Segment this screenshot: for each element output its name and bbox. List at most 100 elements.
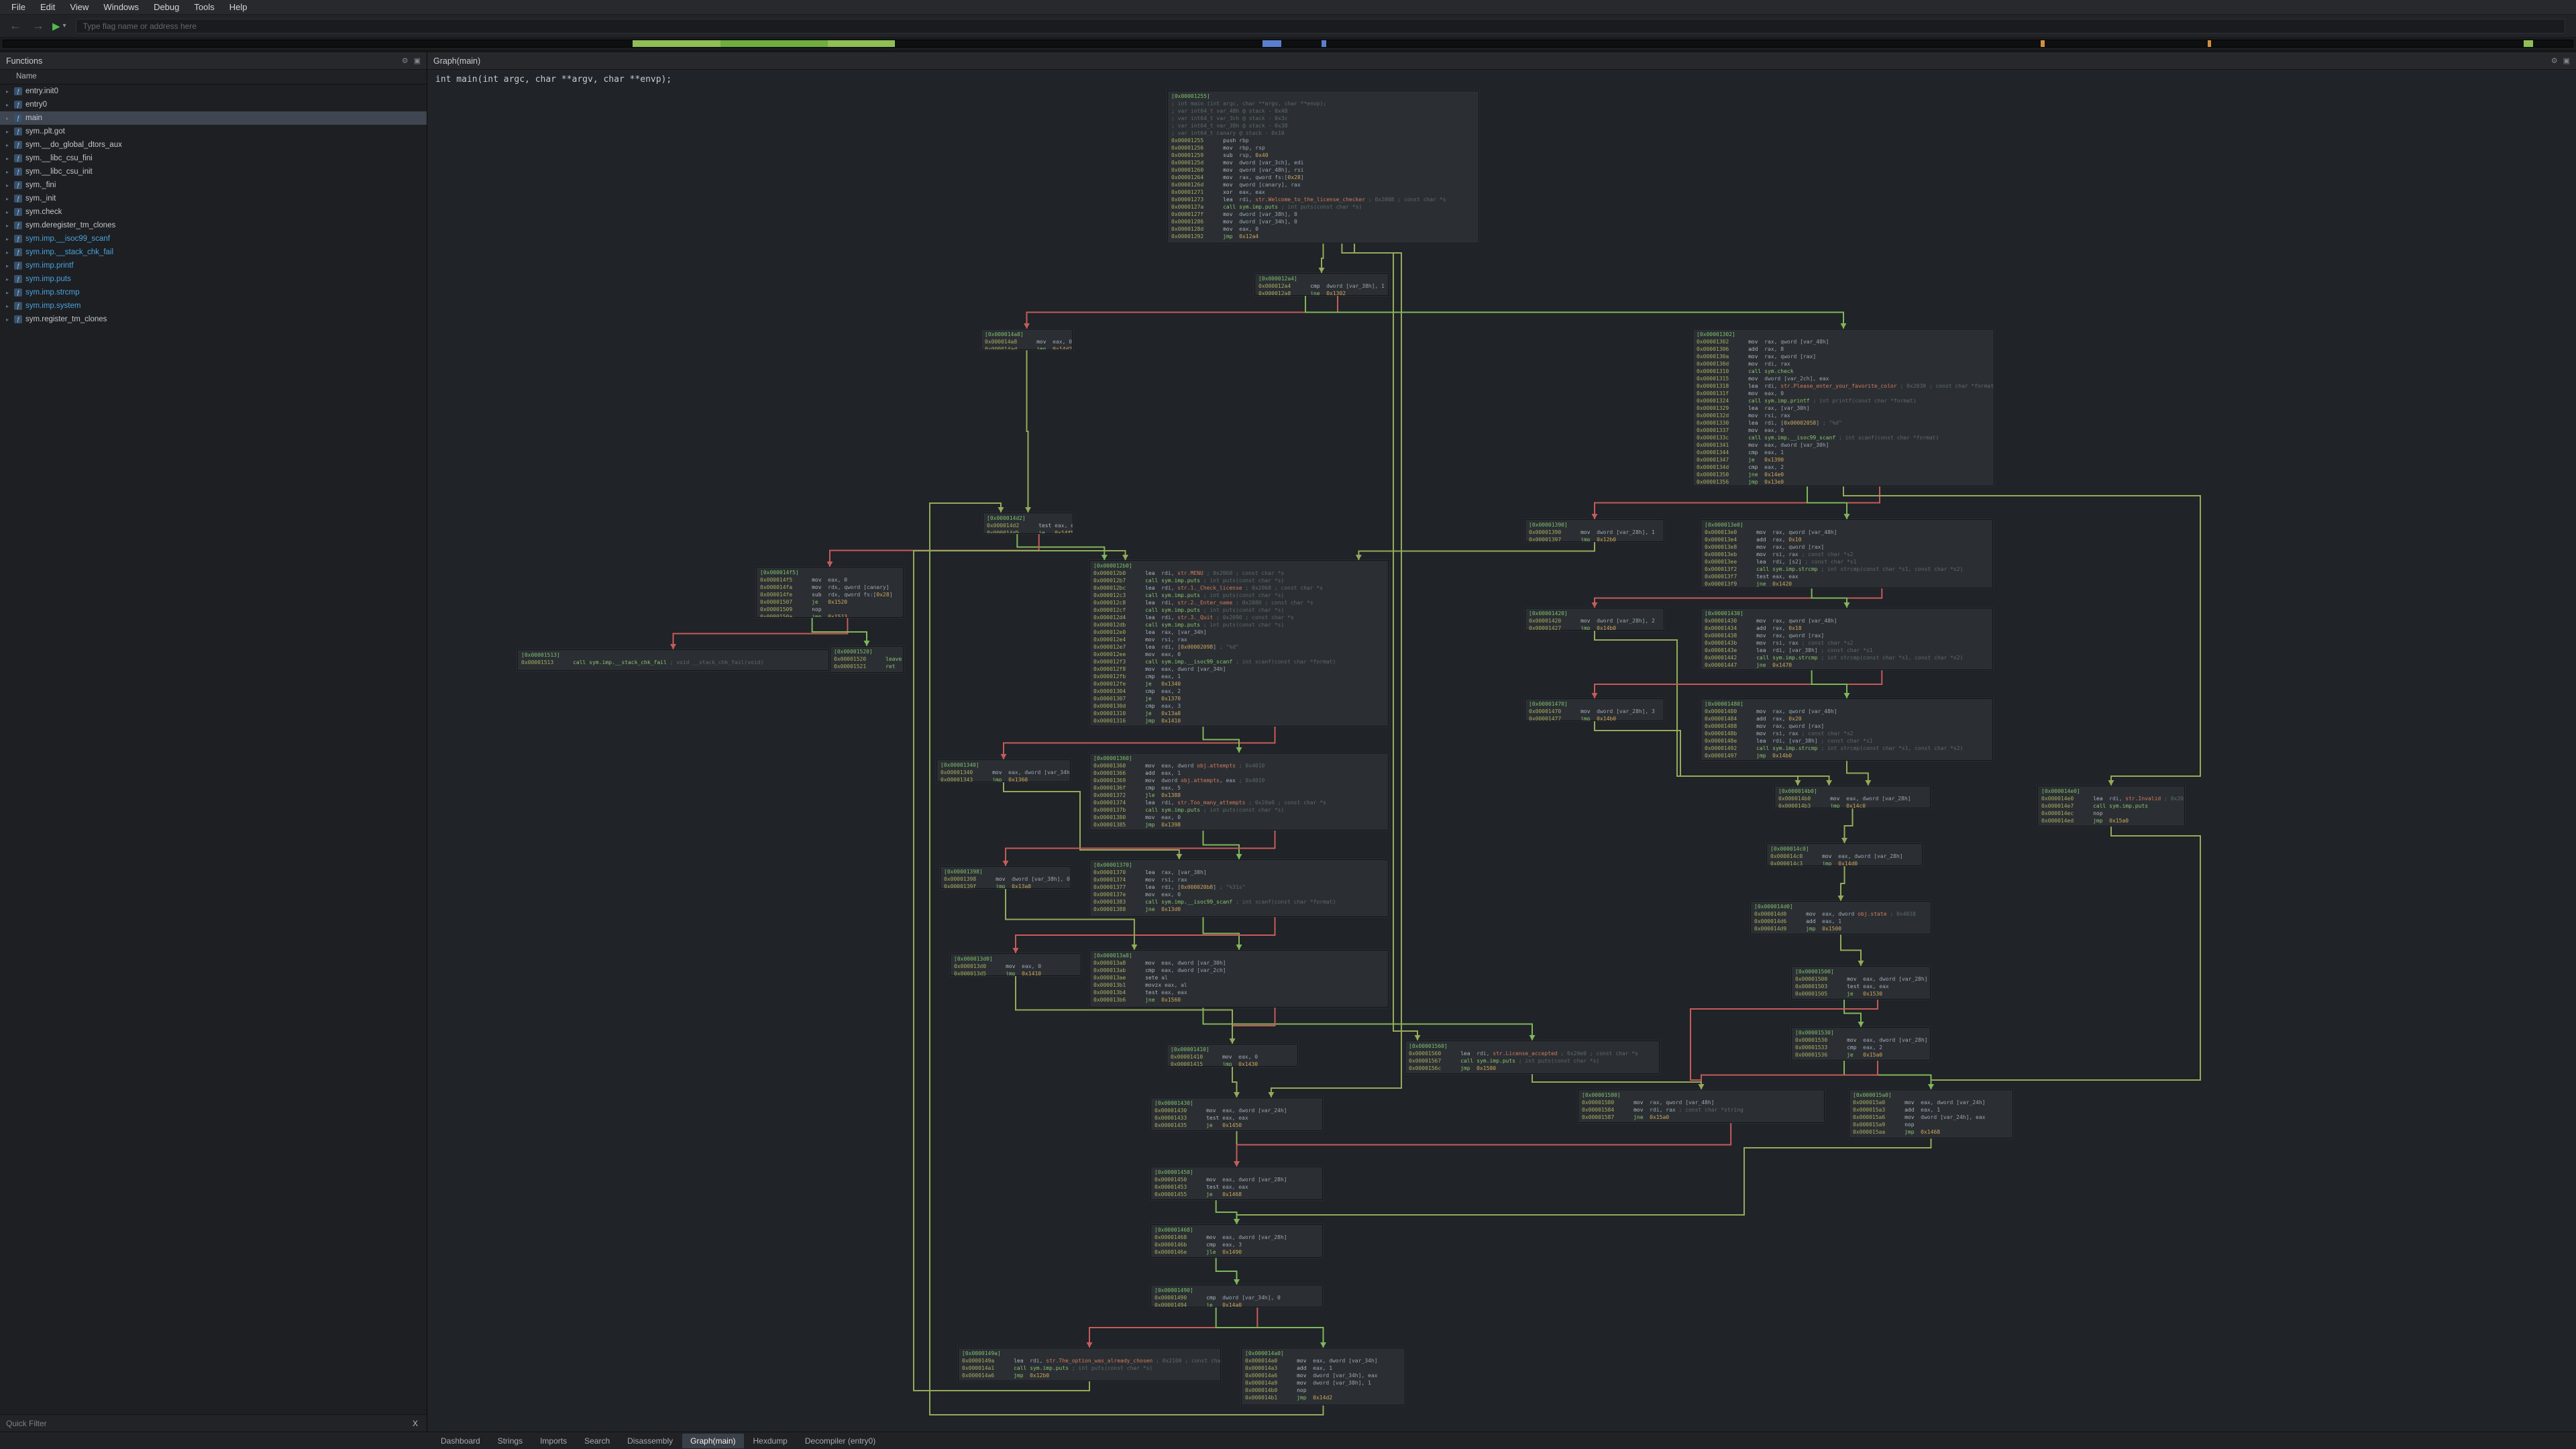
expand-arrow-icon[interactable]: ▸ (4, 89, 11, 95)
graph-block-0x00001530[interactable]: [0x00001530] 0x00001530 mov eax, dword [v… (1791, 1027, 1931, 1061)
seekbar-segment[interactable] (2041, 40, 2045, 47)
expand-arrow-icon[interactable]: ▸ (4, 182, 11, 189)
expand-arrow-icon[interactable]: ▸ (4, 129, 11, 135)
function-list-item-sym.imp.system[interactable]: ▸ ƒ sym.imp.system (0, 299, 427, 313)
function-list-item-sym.__libc_csu_fini[interactable]: ▸ ƒ sym.__libc_csu_fini (0, 152, 427, 165)
seekbar-segment[interactable] (720, 40, 828, 47)
graph-block-0x00001302[interactable]: [0x00001302] 0x00001302 mov rax, qword [v… (1693, 329, 1994, 486)
graph-block-0x000014e0[interactable]: [0x000014e0] 0x000014e0 lea rdi, str.Inva… (2037, 786, 2185, 826)
menu-file[interactable]: File (4, 1, 33, 13)
quick-filter-clear-icon[interactable]: X (410, 1419, 421, 1428)
seekbar-segment[interactable] (633, 40, 720, 47)
graph-block-0x00001420[interactable]: [0x00001420] 0x00001420 mov dword [var_28… (1525, 608, 1664, 631)
graph-block-0x000013e0[interactable]: [0x000013e0] 0x000013e0 mov rax, qword [v… (1701, 519, 1993, 588)
panel-float-icon[interactable]: ▣ (414, 56, 421, 65)
expand-arrow-icon[interactable]: ▸ (4, 303, 11, 309)
seekbar-segment[interactable] (1321, 40, 1326, 47)
play-dropdown-caret-icon[interactable]: ▾ (63, 22, 66, 30)
function-list-item-sym.imp.puts[interactable]: ▸ ƒ sym.imp.puts (0, 272, 427, 286)
back-icon[interactable]: ← (7, 19, 24, 33)
function-list-item-sym.__do_global_dtors_aux[interactable]: ▸ ƒ sym.__do_global_dtors_aux (0, 138, 427, 152)
graph-block-0x00001340[interactable]: [0x00001340] 0x00001340 mov eax, dword [v… (936, 759, 1071, 782)
menu-debug[interactable]: Debug (146, 1, 186, 13)
graph-block-0x00001560[interactable]: [0x00001560] 0x00001560 lea rdi, str.Lice… (1405, 1040, 1660, 1074)
graph-block-0x0000149a[interactable]: [0x0000149a] 0x0000149a lea rdi, str.The_… (958, 1348, 1221, 1381)
graph-block-0x00001390[interactable]: [0x00001390] 0x00001390 mov dword [var_28… (1525, 519, 1664, 542)
tab-disassembly[interactable]: Disassembly (619, 1434, 681, 1448)
function-list-item-sym.imp.printf[interactable]: ▸ ƒ sym.imp.printf (0, 259, 427, 272)
function-list-item-entry.init0[interactable]: ▸ ƒ entry.init0 (0, 85, 427, 98)
expand-arrow-icon[interactable]: ▸ (4, 169, 11, 175)
seek-track[interactable] (3, 40, 2573, 48)
graph-block-0x00001480[interactable]: [0x00001480] 0x00001480 mov rax, qword [v… (1701, 698, 1993, 761)
graph-block-0x00001580[interactable]: [0x00001580] 0x00001580 mov rax, qword [v… (1578, 1089, 1825, 1123)
function-list-item-sym.register_tm_clones[interactable]: ▸ ƒ sym.register_tm_clones (0, 313, 427, 326)
graph-block-0x00001430[interactable]: [0x00001430] 0x00001430 mov eax, dword [v… (1150, 1097, 1323, 1131)
tab-decompiler-entry0-[interactable]: Decompiler (entry0) (797, 1434, 883, 1448)
graph-block-0x000015a0[interactable]: [0x000015a0] 0x000015a0 mov eax, dword [v… (1849, 1089, 2013, 1138)
graph-block-0x000013a8[interactable]: [0x000013a8] 0x000013a8 mov eax, dword [v… (1089, 950, 1389, 1008)
graph-block-0x00001500[interactable]: [0x00001500] 0x00001500 mov eax, dword [v… (1791, 966, 1931, 1000)
tab-dashboard[interactable]: Dashboard (433, 1434, 488, 1448)
address-search-input[interactable] (75, 18, 2565, 34)
graph-block-0x000012a4[interactable]: [0x000012a4] 0x000012a4 cmp dword [var_38… (1254, 273, 1389, 296)
graph-block-0x000014b0[interactable]: [0x000014b0] 0x000014b0 mov eax, dword [v… (1774, 786, 1931, 808)
expand-arrow-icon[interactable]: ▸ (4, 263, 11, 269)
graph-block-0x000014a8[interactable]: [0x000014a8] 0x000014a8 mov eax, 0 0x00001… (981, 329, 1073, 350)
seekbar-segment[interactable] (2524, 40, 2533, 47)
functions-name-column-header[interactable]: Name (0, 70, 427, 85)
graph-block-0x00001430[interactable]: [0x00001430] 0x00001430 mov rax, qword [v… (1701, 608, 1993, 670)
expand-arrow-icon[interactable]: ▸ (4, 209, 11, 215)
graph-block-0x00001470[interactable]: [0x00001470] 0x00001470 mov dword [var_28… (1525, 698, 1664, 721)
panel-menu-icon[interactable]: ⚙ (402, 56, 409, 65)
expand-arrow-icon[interactable]: ▸ (4, 276, 11, 282)
panel-menu-icon[interactable]: ⚙ (2551, 56, 2558, 65)
seekbar-segment[interactable] (2208, 40, 2212, 47)
menu-help[interactable]: Help (222, 1, 255, 13)
graph-block-0x00001450[interactable]: [0x00001450] 0x00001450 mov eax, dword [v… (1150, 1167, 1323, 1200)
function-list-item-sym.imp.strcmp[interactable]: ▸ ƒ sym.imp.strcmp (0, 286, 427, 299)
tab-graph-main-[interactable]: Graph(main) (682, 1433, 744, 1448)
tab-search[interactable]: Search (576, 1434, 618, 1448)
tab-hexdump[interactable]: Hexdump (745, 1434, 796, 1448)
function-list-item-entry0[interactable]: ▸ ƒ entry0 (0, 98, 427, 111)
expand-arrow-icon[interactable]: ▸ (4, 223, 11, 229)
function-list-item-sym._fini[interactable]: ▸ ƒ sym._fini (0, 178, 427, 192)
menu-tools[interactable]: Tools (186, 1, 221, 13)
graph-block-0x000014f5[interactable]: [0x000014f5] 0x000014f5 mov eax, 0 0x00001… (756, 567, 904, 618)
graph-block-0x000014c0[interactable]: [0x000014c0] 0x000014c0 mov eax, dword [v… (1766, 843, 1923, 866)
graph-block-0x00001255[interactable]: [0x00001255] ; int main (int argc, char *… (1167, 91, 1479, 244)
expand-arrow-icon[interactable]: ▸ (4, 290, 11, 296)
graph-block-0x00001468[interactable]: [0x00001468] 0x00001468 mov eax, dword [v… (1150, 1224, 1323, 1258)
panel-float-icon[interactable]: ▣ (2563, 56, 2570, 65)
graph-block-0x000014a0[interactable]: [0x000014a0] 0x000014a0 mov eax, dword [v… (1241, 1348, 1405, 1405)
seekbar-segment[interactable] (1262, 40, 1282, 47)
tab-strings[interactable]: Strings (490, 1434, 531, 1448)
menu-edit[interactable]: Edit (33, 1, 62, 13)
seekbar-segment[interactable] (828, 40, 895, 47)
graph-block-0x00001490[interactable]: [0x00001490] 0x00001490 cmp dword [var_34… (1150, 1285, 1323, 1307)
expand-arrow-icon[interactable]: ▸ (4, 142, 11, 148)
function-list-item-main[interactable]: ▸ ƒ main (0, 111, 427, 125)
graph-block-0x000014d0[interactable]: [0x000014d0] 0x000014d0 mov eax, dword ob… (1750, 901, 1931, 934)
function-list-item-sym.deregister_tm_clones[interactable]: ▸ ƒ sym.deregister_tm_clones (0, 219, 427, 232)
tab-imports[interactable]: Imports (532, 1434, 575, 1448)
expand-arrow-icon[interactable]: ▸ (4, 236, 11, 242)
function-list-item-sym.imp.__stack_chk_fail[interactable]: ▸ ƒ sym.imp.__stack_chk_fail (0, 246, 427, 259)
function-list-item-sym._init[interactable]: ▸ ƒ sym._init (0, 192, 427, 205)
graph-block-0x00001398[interactable]: [0x00001398] 0x00001398 mov dword [var_38… (940, 866, 1071, 889)
graph-block-0x000012b0[interactable]: [0x000012b0] 0x000012b0 lea rdi, str.MENU… (1089, 560, 1389, 727)
graph-block-0x00001410[interactable]: [0x00001410] 0x00001410 mov eax, 0 0x00001… (1167, 1044, 1298, 1067)
graph-block-0x000013d0[interactable]: [0x000013d0] 0x000013d0 mov eax, 0 0x00001… (950, 953, 1081, 976)
expand-arrow-icon[interactable]: ▸ (4, 115, 11, 121)
menu-windows[interactable]: Windows (96, 1, 146, 13)
function-list-item-sym.__libc_csu_init[interactable]: ▸ ƒ sym.__libc_csu_init (0, 165, 427, 178)
graph-block-0x00001360[interactable]: [0x00001360] 0x00001360 mov eax, dword ob… (1089, 753, 1389, 830)
expand-arrow-icon[interactable]: ▸ (4, 102, 11, 108)
forward-icon[interactable]: → (30, 19, 47, 33)
function-list-item-sym..plt.got[interactable]: ▸ ƒ sym..plt.got (0, 125, 427, 138)
function-list-item-sym.imp.__isoc99_scanf[interactable]: ▸ ƒ sym.imp.__isoc99_scanf (0, 232, 427, 246)
expand-arrow-icon[interactable]: ▸ (4, 317, 11, 323)
graph-block-0x00001370[interactable]: [0x00001370] 0x00001370 lea rax, [var_38h… (1089, 859, 1389, 917)
debug-play-icon[interactable]: ▶ (52, 20, 60, 32)
